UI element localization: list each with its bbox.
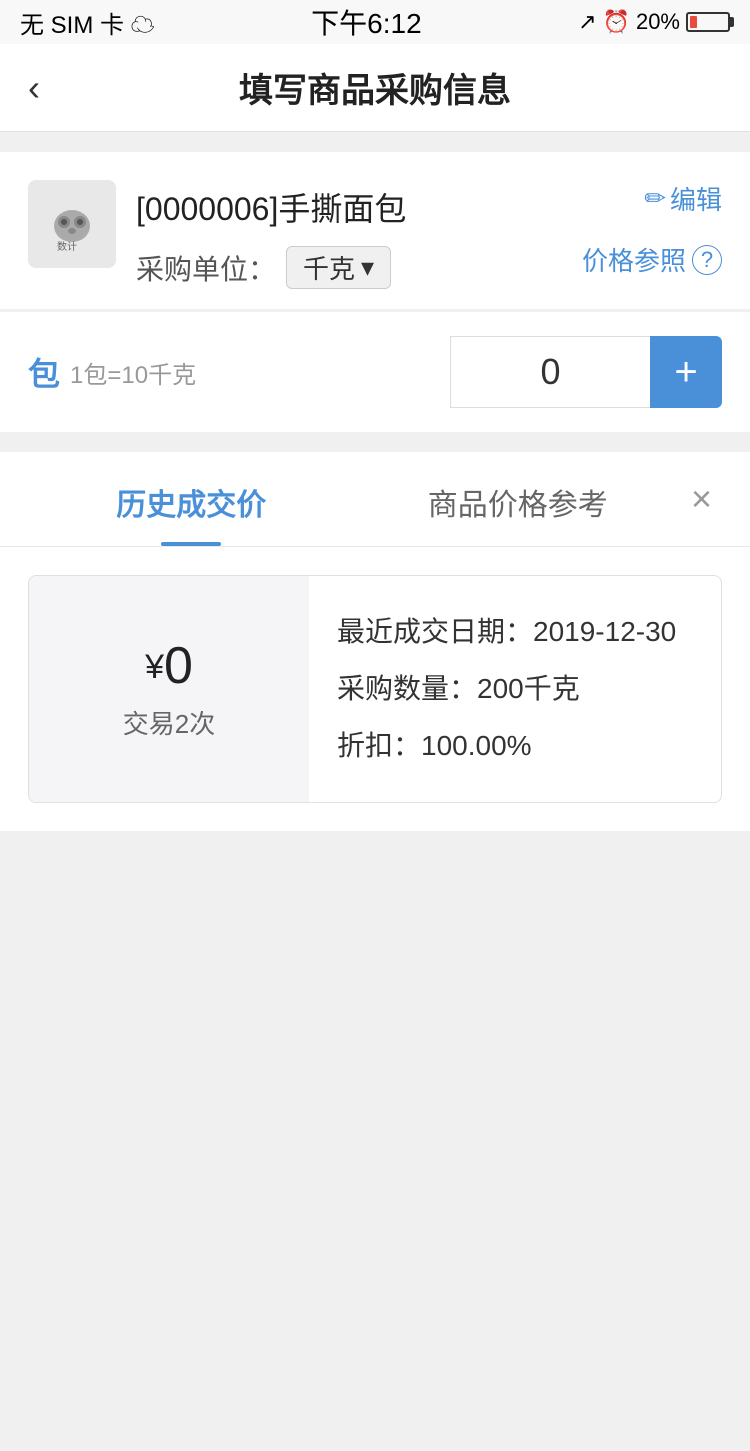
history-section: ¥0 交易2次 最近成交日期：2019-12-30 采购数量：200千克 折扣：… <box>0 547 750 831</box>
quantity-row: 包 1包=10千克 + <box>0 311 750 432</box>
history-details: 最近成交日期：2019-12-30 采购数量：200千克 折扣：100.00% <box>309 576 721 802</box>
discount-label: 折扣： <box>337 730 421 761</box>
quantity-label: 包 1包=10千克 <box>28 349 196 395</box>
product-unit-row: 采购单位： 千克 ▾ <box>136 246 406 289</box>
status-right: ↗ ⏰ 20% <box>578 9 730 35</box>
panel-close-button[interactable]: × <box>681 458 722 540</box>
unit-label: 采购单位： <box>136 248 276 288</box>
history-price-value: ¥0 <box>145 636 193 696</box>
quantity-unit-icon: 包 <box>28 349 60 395</box>
price-panel: 历史成交价 商品价格参考 × ¥0 交易2次 最近成交日期：2019-12-30… <box>0 452 750 831</box>
purchase-quantity-row: 采购数量：200千克 <box>337 669 693 708</box>
purchase-quantity-value: 200千克 <box>477 673 580 704</box>
discount-row: 折扣：100.00% <box>337 726 693 765</box>
discount-value: 100.00% <box>421 730 532 761</box>
quantity-sub-label: 1包=10千克 <box>70 355 196 390</box>
edit-icon: ✏ <box>644 183 666 214</box>
back-button[interactable]: ‹ <box>28 67 40 109</box>
unit-value: 千克 <box>303 249 355 286</box>
bottom-empty-area <box>0 831 750 1451</box>
price-number: 0 <box>164 637 193 695</box>
price-ref-icon: ? <box>692 245 722 275</box>
edit-button[interactable]: ✏ 编辑 <box>644 180 722 217</box>
product-left: 数计 [0000006]手撕面包 采购单位： 千克 ▾ <box>28 180 406 289</box>
panel-tabs: 历史成交价 商品价格参考 × <box>0 452 750 547</box>
unit-selector[interactable]: 千克 ▾ <box>286 246 391 289</box>
price-ref-button[interactable]: 价格参照 ? <box>582 241 722 278</box>
product-name: [0000006]手撕面包 <box>136 184 406 230</box>
edit-label: 编辑 <box>670 180 722 217</box>
tab-history-price[interactable]: 历史成交价 <box>28 452 354 546</box>
alarm-icon: ⏰ <box>603 9 630 35</box>
history-price-summary: ¥0 交易2次 <box>29 576 309 802</box>
sim-status: 无 SIM 卡 ☁ <box>20 5 155 40</box>
quantity-plus-button[interactable]: + <box>650 336 722 408</box>
product-header: 数计 [0000006]手撕面包 采购单位： 千克 ▾ ✏ 编辑 <box>28 180 722 289</box>
recent-date-value: 2019-12-30 <box>533 616 676 647</box>
history-card: ¥0 交易2次 最近成交日期：2019-12-30 采购数量：200千克 折扣：… <box>28 575 722 803</box>
tab-product-price-ref[interactable]: 商品价格参考 <box>354 452 680 546</box>
quantity-control: + <box>450 336 722 408</box>
product-logo-icon: 数计 <box>42 194 102 254</box>
status-bar: 无 SIM 卡 ☁ 下午6:12 ↗ ⏰ 20% <box>0 0 750 44</box>
product-image: 数计 <box>28 180 116 268</box>
status-time: 下午6:12 <box>311 2 422 42</box>
recent-date-label: 最近成交日期： <box>337 616 533 647</box>
battery-percent: 20% <box>636 9 680 35</box>
status-left: 无 SIM 卡 ☁ <box>20 5 155 40</box>
battery-icon <box>686 12 730 32</box>
trade-count: 交易2次 <box>123 704 215 741</box>
quantity-input[interactable] <box>450 336 650 408</box>
yuan-symbol: ¥ <box>145 648 164 687</box>
dropdown-icon: ▾ <box>361 252 374 283</box>
purchase-quantity-label: 采购数量： <box>337 673 477 704</box>
page-title: 填写商品采购信息 <box>239 63 511 112</box>
battery-fill <box>690 16 697 28</box>
price-ref-label: 价格参照 <box>582 241 686 278</box>
svg-text:数计: 数计 <box>57 240 77 253</box>
location-icon: ↗ <box>578 9 596 35</box>
product-card: 数计 [0000006]手撕面包 采购单位： 千克 ▾ ✏ 编辑 <box>0 152 750 309</box>
nav-bar: ‹ 填写商品采购信息 <box>0 44 750 132</box>
product-info: [0000006]手撕面包 采购单位： 千克 ▾ <box>136 180 406 289</box>
recent-date-row: 最近成交日期：2019-12-30 <box>337 612 693 651</box>
